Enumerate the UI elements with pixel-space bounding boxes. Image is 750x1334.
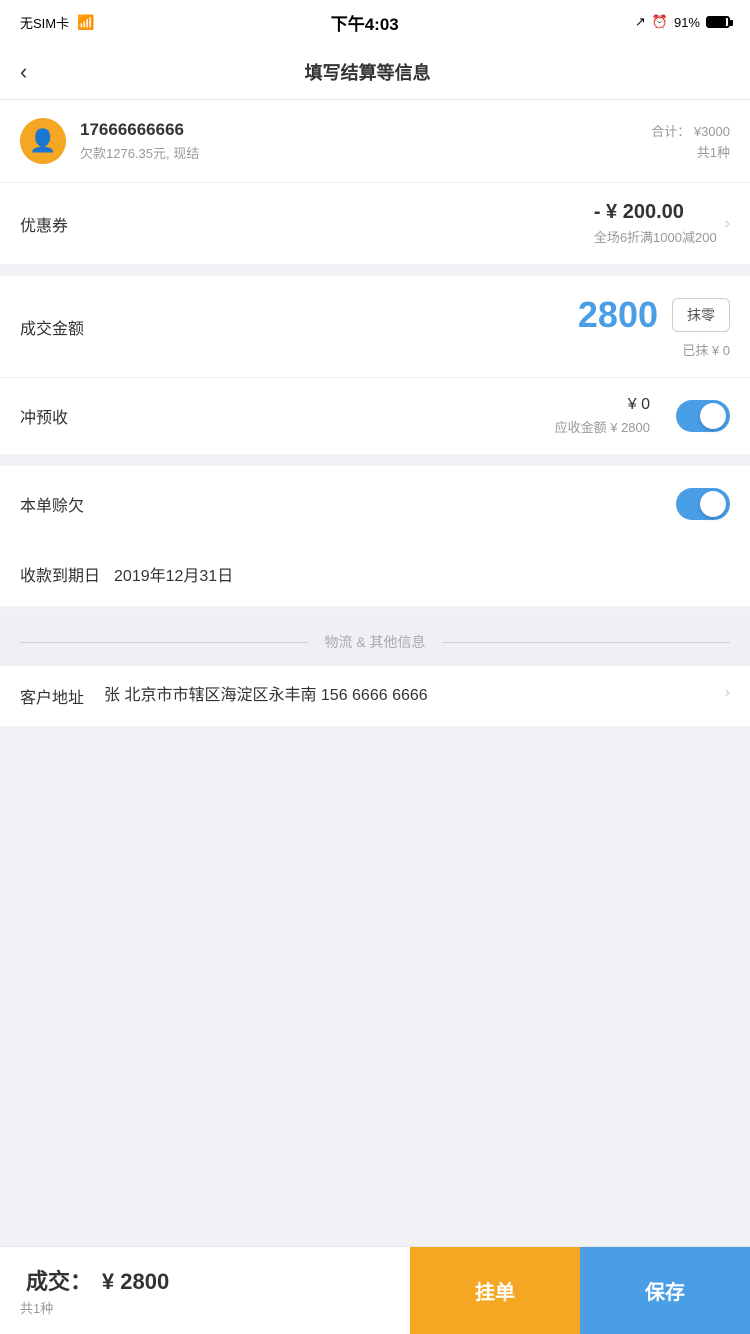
coupon-right: - ¥ 200.00 全场6折满1000减200 › — [594, 201, 730, 246]
coupon-discount-wrap: - ¥ 200.00 全场6折满1000减200 — [594, 201, 717, 246]
wifi-icon: 📶 — [77, 14, 94, 31]
prepaid-sub: 应收金额 ¥ 2800 — [555, 417, 650, 436]
gray-area — [0, 738, 750, 858]
logistics-line-left — [20, 642, 308, 643]
coupon-chevron: › — [725, 215, 730, 233]
battery-icon — [706, 16, 730, 28]
status-bar: 无SIM卡 📶 下午4:03 ↗ ⏰ 91% — [0, 0, 750, 44]
deal-amount-value: 2800 — [578, 294, 658, 336]
status-time: 下午4:03 — [331, 10, 399, 35]
battery-percent: 91% — [674, 15, 700, 30]
prepaid-value: ¥ 0 — [628, 396, 650, 414]
debt-label: 本单赊欠 — [20, 492, 84, 516]
prepaid-row: 冲预收 ¥ 0 应收金额 ¥ 2800 — [0, 378, 750, 454]
customer-info: 17666666666 欠款1276.35元, 现结 — [80, 120, 199, 162]
duedate-label: 收款到期日 — [20, 562, 100, 586]
address-row[interactable]: 客户地址 张 北京市市辖区海淀区永丰南 156 6666 6666 › — [0, 666, 750, 726]
customer-card: 👤 17666666666 欠款1276.35元, 现结 合计： ¥3000 共… — [0, 100, 750, 264]
address-chevron: › — [725, 684, 730, 702]
avatar-icon: 👤 — [29, 128, 56, 154]
coupon-row[interactable]: 优惠券 - ¥ 200.00 全场6折满1000减200 › — [0, 183, 750, 264]
customer-right: 合计： ¥3000 共1种 — [651, 121, 730, 161]
nav-bar: ‹ 填写结算等信息 — [0, 44, 750, 100]
deal-amount-card: 成交金额 2800 抹零 已抹 ¥ 0 冲预收 ¥ 0 应收金额 ¥ 2800 — [0, 276, 750, 454]
debt-card: 本单赊欠 收款到期日 2019年12月31日 — [0, 466, 750, 606]
round-button[interactable]: 抹零 — [672, 298, 730, 332]
logistics-text: 物流 & 其他信息 — [308, 632, 441, 652]
avatar: 👤 — [20, 118, 66, 164]
location-icon: ↗ — [635, 14, 646, 30]
alarm-icon: ⏰ — [652, 14, 668, 30]
coupon-desc: 全场6折满1000减200 — [594, 227, 717, 246]
prepaid-toggle[interactable] — [676, 400, 730, 432]
address-card: 客户地址 张 北京市市辖区海淀区永丰南 156 6666 6666 › — [0, 666, 750, 726]
total-count: 共1种 — [651, 142, 730, 161]
address-value: 张 北京市市辖区海淀区永丰南 156 6666 6666 — [104, 684, 711, 708]
customer-phone: 17666666666 — [80, 120, 199, 140]
page-title: 填写结算等信息 — [39, 59, 696, 85]
logistics-header: 物流 & 其他信息 — [0, 618, 750, 666]
customer-sub: 欠款1276.35元, 现结 — [80, 143, 199, 162]
save-button[interactable]: 保存 — [580, 1247, 750, 1334]
logistics-line-right — [442, 642, 730, 643]
coupon-label: 优惠券 — [20, 212, 68, 236]
debt-toggle[interactable] — [676, 488, 730, 520]
status-left: 无SIM卡 📶 — [20, 13, 95, 32]
toggle-knob — [700, 403, 726, 429]
status-right: ↗ ⏰ 91% — [635, 14, 730, 30]
sim-icon: 无SIM卡 — [20, 13, 69, 32]
bottom-bar: 成交： ¥ 2800 共1种 挂单 保存 — [0, 1246, 750, 1334]
customer-left: 👤 17666666666 欠款1276.35元, 现结 — [20, 118, 199, 164]
content: 👤 17666666666 欠款1276.35元, 现结 合计： ¥3000 共… — [0, 100, 750, 948]
deal-amount-right: 2800 抹零 — [578, 294, 730, 336]
bottom-deal-row: 成交： ¥ 2800 — [20, 1264, 390, 1296]
deal-amount-row: 成交金额 2800 抹零 已抹 ¥ 0 — [0, 276, 750, 378]
prepaid-label: 冲预收 — [20, 404, 68, 428]
duedate-row: 收款到期日 2019年12月31日 — [0, 542, 750, 606]
debt-toggle-knob — [700, 491, 726, 517]
bottom-count: 共1种 — [20, 1298, 390, 1317]
duedate-value: 2019年12月31日 — [114, 562, 233, 586]
bottom-deal-amount: ¥ 2800 — [102, 1269, 169, 1294]
address-label: 客户地址 — [20, 684, 90, 708]
bottom-summary: 成交： ¥ 2800 共1种 — [0, 1264, 410, 1317]
debt-row: 本单赊欠 — [0, 466, 750, 542]
pending-button[interactable]: 挂单 — [410, 1247, 580, 1334]
deal-amount-sub: 已抹 ¥ 0 — [682, 340, 730, 359]
bottom-deal-label: 成交： — [26, 1269, 92, 1294]
deal-amount-label: 成交金额 — [20, 315, 84, 339]
customer-row: 👤 17666666666 欠款1276.35元, 现结 合计： ¥3000 共… — [0, 100, 750, 183]
coupon-discount: - ¥ 200.00 — [594, 201, 717, 224]
total-label: 合计： ¥3000 — [651, 121, 730, 140]
back-button[interactable]: ‹ — [20, 51, 39, 93]
